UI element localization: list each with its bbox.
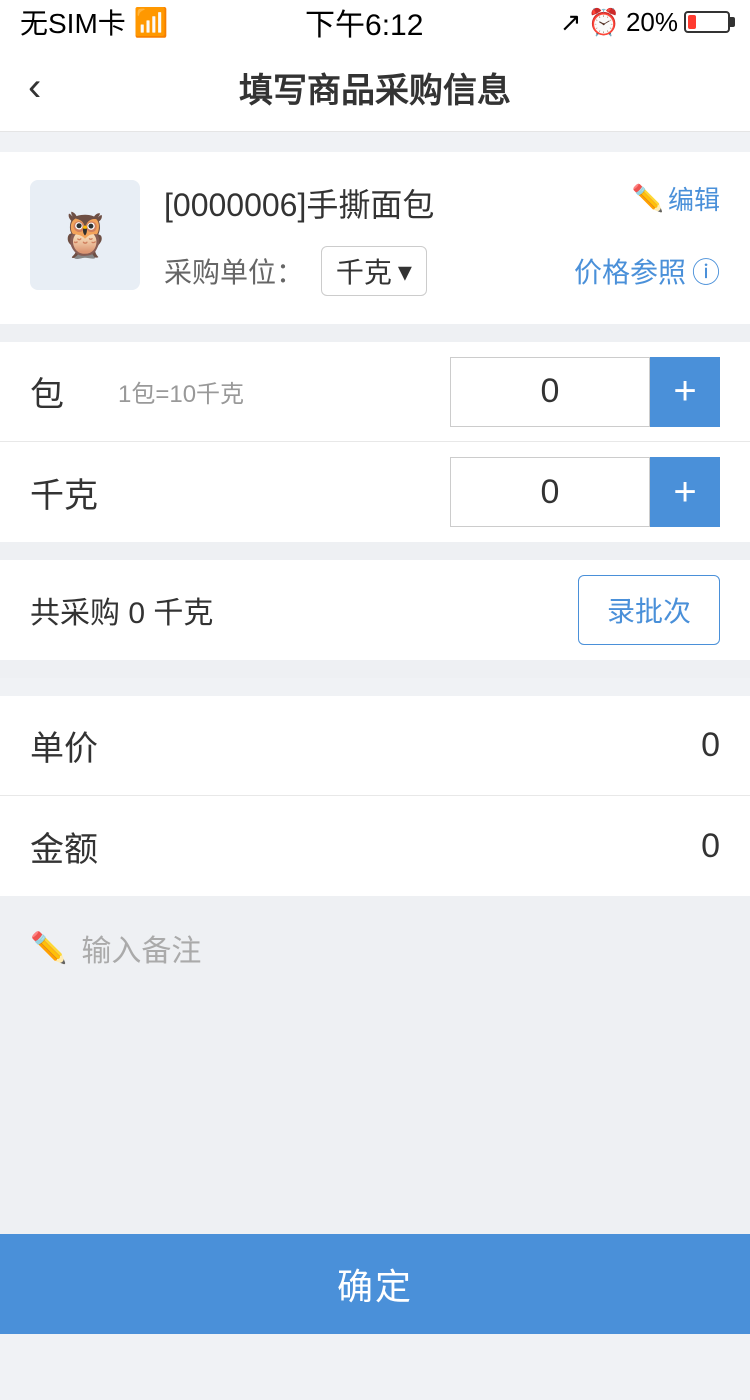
edit-label: 编辑 (668, 180, 720, 217)
product-info: [0000006]手撕面包 ✏️ 编辑 采购单位： 千克 ▾ 价格参照 ⓘ (164, 180, 720, 296)
pack-plus-button[interactable]: + (650, 357, 720, 427)
info-icon: ⓘ (692, 251, 720, 291)
carrier-label: 无SIM卡 (20, 2, 126, 42)
battery-percent: 20% (626, 7, 678, 38)
price-ref-label: 价格参照 (574, 251, 686, 291)
amount-row: 金额 0 (0, 796, 750, 896)
battery-indicator (684, 11, 730, 33)
edit-icon: ✏️ (632, 183, 664, 214)
unit-value: 千克 (336, 251, 392, 291)
back-icon: ‹ (28, 65, 41, 110)
product-logo: 🦉 (58, 209, 113, 261)
battery-fill (688, 15, 696, 29)
product-card: 🦉 [0000006]手撕面包 ✏️ 编辑 采购单位： 千克 ▾ (0, 152, 750, 324)
back-button[interactable]: ‹ (28, 65, 41, 110)
unit-container: 采购单位： 千克 ▾ (164, 246, 427, 296)
amount-value: 0 (701, 827, 720, 866)
pack-label: 包 (30, 367, 110, 416)
amount-label: 金额 (30, 822, 98, 871)
section-divider-3 (0, 660, 750, 678)
dropdown-icon: ▾ (398, 255, 412, 288)
kg-label: 千克 (30, 468, 110, 517)
summary-row: 共采购 0 千克 录批次 (0, 560, 750, 660)
price-value: 0 (701, 726, 720, 765)
pack-row: 包 1包=10千克 + (0, 342, 750, 442)
kg-row: 千克 + (0, 442, 750, 542)
product-name: [0000006]手撕面包 (164, 180, 434, 226)
main-content: 🦉 [0000006]手撕面包 ✏️ 编辑 采购单位： 千克 ▾ (0, 152, 750, 1400)
price-label: 单价 (30, 721, 98, 770)
wifi-icon: 📶 (134, 6, 169, 39)
edit-button[interactable]: ✏️ 编辑 (632, 180, 720, 217)
section-divider-2 (0, 542, 750, 560)
unit-label: 采购单位： (164, 257, 304, 288)
input-section: 包 1包=10千克 + 千克 + (0, 342, 750, 542)
status-right: ↗ ⏰ 20% (560, 7, 730, 38)
batch-button[interactable]: 录批次 (578, 575, 720, 645)
alarm-icon: ⏰ (588, 7, 620, 38)
remark-placeholder: 输入备注 (81, 926, 201, 970)
kg-control: + (450, 457, 720, 527)
pack-sublabel: 1包=10千克 (118, 374, 244, 409)
unit-select[interactable]: 千克 ▾ (321, 246, 427, 296)
nav-bar: ‹ 填写商品采购信息 (0, 44, 750, 132)
product-unit-row: 采购单位： 千克 ▾ 价格参照 ⓘ (164, 246, 720, 296)
pack-control: + (450, 357, 720, 427)
page-title: 填写商品采购信息 (239, 63, 511, 112)
status-bar: 无SIM卡 📶 下午6:12 ↗ ⏰ 20% (0, 0, 750, 44)
section-divider-1 (0, 324, 750, 342)
price-section: 单价 0 金额 0 (0, 696, 750, 896)
confirm-button[interactable]: 确定 (0, 1234, 750, 1334)
pack-input[interactable] (450, 357, 650, 427)
kg-input[interactable] (450, 457, 650, 527)
summary-text: 共采购 0 千克 (30, 588, 213, 632)
status-left: 无SIM卡 📶 (20, 2, 169, 42)
price-ref-button[interactable]: 价格参照 ⓘ (574, 251, 720, 291)
location-icon: ↗ (560, 7, 582, 38)
status-time: 下午6:12 (305, 0, 423, 44)
product-thumbnail: 🦉 (30, 180, 140, 290)
pencil-icon: ✏️ (30, 931, 67, 966)
product-header: [0000006]手撕面包 ✏️ 编辑 (164, 180, 720, 226)
kg-plus-button[interactable]: + (650, 457, 720, 527)
price-row: 单价 0 (0, 696, 750, 796)
remark-section[interactable]: ✏️ 输入备注 (0, 896, 750, 1000)
